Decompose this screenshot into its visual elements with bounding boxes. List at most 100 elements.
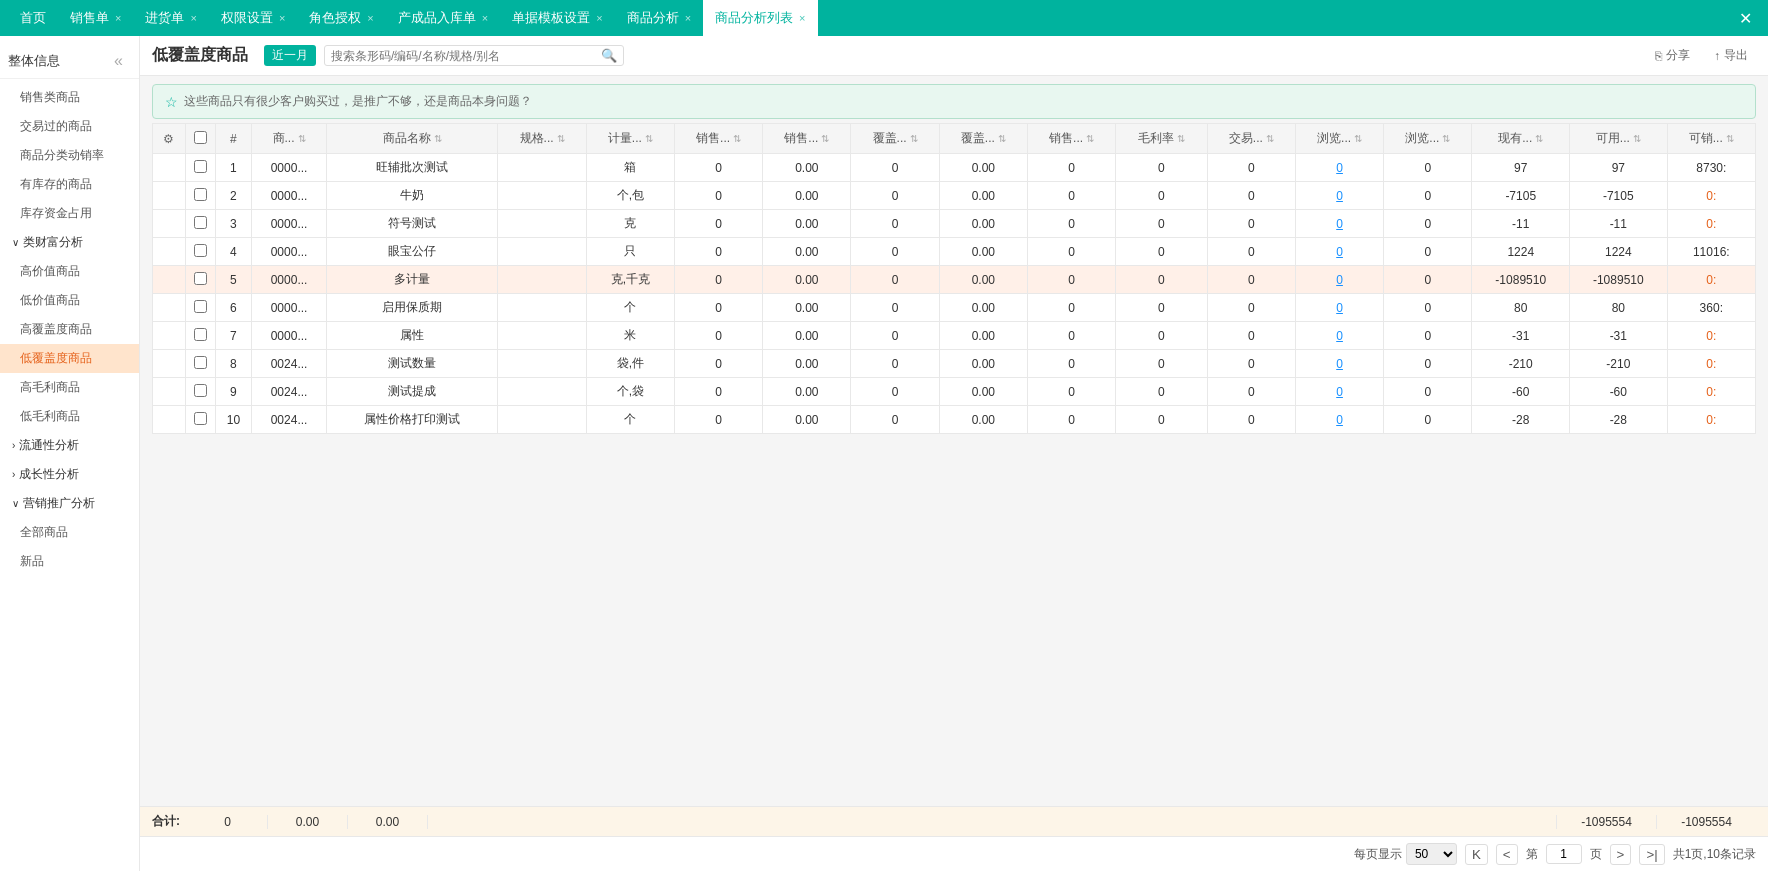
star-icon: ☆ (165, 94, 178, 110)
table-row: 40000...眼宝公仔只00.0000.0000000122412241101… (153, 238, 1756, 266)
col-spec[interactable]: 规格...⇅ (498, 124, 586, 154)
per-page-select[interactable]: 50 20 100 (1406, 843, 1457, 865)
window-close-button[interactable]: ✕ (1731, 9, 1760, 28)
row-checkbox[interactable] (194, 160, 207, 173)
nav-products[interactable]: 产成品入库单 × (386, 0, 500, 36)
sidebar-item-traded-goods[interactable]: 交易过的商品 (0, 112, 139, 141)
nav-analysis[interactable]: 商品分析 × (615, 0, 703, 36)
sidebar-item-high-value[interactable]: 高价值商品 (0, 257, 139, 286)
nav-analysis-close[interactable]: × (685, 12, 691, 24)
next-page-button[interactable]: > (1610, 844, 1632, 865)
row-checkbox[interactable] (194, 272, 207, 285)
col-trade[interactable]: 交易...⇅ (1207, 124, 1295, 154)
sidebar-item-new-goods[interactable]: 新品 (0, 547, 139, 576)
col-coverage2[interactable]: 覆盖...⇅ (939, 124, 1027, 154)
nav-permissions[interactable]: 权限设置 × (209, 0, 297, 36)
col-checkbox[interactable] (185, 124, 215, 154)
sidebar-item-sales-goods[interactable]: 销售类商品 (0, 83, 139, 112)
sidebar-growth-analysis-section[interactable]: › 成长性分析 (0, 460, 139, 489)
filter-tag[interactable]: 近一月 (264, 45, 316, 66)
table-row: 30000...符号测试克00.0000.0000000-11-110: (153, 210, 1756, 238)
nav-permissions-close[interactable]: × (279, 12, 285, 24)
export-button[interactable]: ↑ 导出 (1706, 44, 1756, 67)
share-button[interactable]: ⎘ 分享 (1647, 44, 1698, 67)
nav-home[interactable]: 首页 (8, 0, 58, 36)
info-banner: ☆ 这些商品只有很少客户购买过，是推广不够，还是商品本身问题？ (152, 84, 1756, 119)
settings-icon[interactable]: ⚙ (163, 132, 174, 146)
col-name[interactable]: 商品名称⇅ (326, 124, 498, 154)
nav-roles[interactable]: 角色授权 × (297, 0, 385, 36)
sidebar-item-capital-ratio[interactable]: 库存资金占用 (0, 199, 139, 228)
nav-roles-close[interactable]: × (367, 12, 373, 24)
row-checkbox[interactable] (194, 188, 207, 201)
search-icon[interactable]: 🔍 (601, 48, 617, 63)
col-coverage1[interactable]: 覆盖...⇅ (851, 124, 939, 154)
col-sales3[interactable]: 销售...⇅ (1027, 124, 1115, 154)
nav-purchase-close[interactable]: × (190, 12, 196, 24)
sidebar-item-low-coverage[interactable]: 低覆盖度商品 (0, 344, 139, 373)
content-area: 低覆盖度商品 近一月 🔍 ⎘ 分享 ↑ 导出 ☆ 这些商品只有很少客户购买过，是… (140, 36, 1768, 871)
col-sales2[interactable]: 销售...⇅ (763, 124, 851, 154)
sidebar-item-stocked-goods[interactable]: 有库存的商品 (0, 170, 139, 199)
row-checkbox[interactable] (194, 328, 207, 341)
row-checkbox[interactable] (194, 412, 207, 425)
sidebar-market-analysis-section[interactable]: ∨ 营销推广分析 (0, 489, 139, 518)
table-row: 80024...测试数量袋,件00.0000.0000000-210-2100: (153, 350, 1756, 378)
nav-sales-close[interactable]: × (115, 12, 121, 24)
chevron-down-icon: ∨ (12, 237, 19, 248)
row-checkbox[interactable] (194, 216, 207, 229)
col-unit[interactable]: 计量...⇅ (586, 124, 674, 154)
nav-analysis-list-close[interactable]: × (799, 12, 805, 24)
row-checkbox[interactable] (194, 356, 207, 369)
table-wrapper[interactable]: ⚙ # 商...⇅ 商品名称⇅ 规格...⇅ 计量...⇅ 销售...⇅ 销售.… (140, 123, 1768, 806)
col-saleable[interactable]: 可销...⇅ (1667, 124, 1755, 154)
sidebar-flow-analysis-section[interactable]: › 流通性分析 (0, 431, 139, 460)
table-row: 70000...属性米00.0000.0000000-31-310: (153, 322, 1756, 350)
nav-templates[interactable]: 单据模板设置 × (500, 0, 614, 36)
total-info: 共1页,10条记录 (1673, 846, 1756, 863)
footer-available: -1095554 (1556, 815, 1656, 829)
col-sales1[interactable]: 销售...⇅ (674, 124, 762, 154)
col-settings[interactable]: ⚙ (153, 124, 186, 154)
pagination: 每页显示 50 20 100 K < 第 页 > >| 共1页,10条记录 (140, 836, 1768, 871)
col-browse1[interactable]: 浏览...⇅ (1295, 124, 1383, 154)
sidebar-item-category-turnover[interactable]: 商品分类动销率 (0, 141, 139, 170)
nav-templates-close[interactable]: × (596, 12, 602, 24)
table-row: 90024...测试提成个,袋00.0000.0000000-60-600: (153, 378, 1756, 406)
row-checkbox[interactable] (194, 300, 207, 313)
sidebar-collapse-button[interactable]: « (106, 48, 131, 74)
search-box[interactable]: 🔍 (324, 45, 624, 66)
chevron-down-icon2: ∨ (12, 498, 19, 509)
sidebar-item-low-value[interactable]: 低价值商品 (0, 286, 139, 315)
col-gross-rate[interactable]: 毛利率⇅ (1116, 124, 1208, 154)
sidebar: 整体信息 « 销售类商品 交易过的商品 商品分类动销率 有库存的商品 库存资金占… (0, 36, 140, 871)
col-available[interactable]: 可用...⇅ (1570, 124, 1668, 154)
sidebar-item-low-profit[interactable]: 低毛利商品 (0, 402, 139, 431)
sidebar-item-all-goods[interactable]: 全部商品 (0, 518, 139, 547)
main-layout: 整体信息 « 销售类商品 交易过的商品 商品分类动销率 有库存的商品 库存资金占… (0, 36, 1768, 871)
col-current[interactable]: 现有...⇅ (1472, 124, 1570, 154)
table-row: 100024...属性价格打印测试个00.0000.0000000-28-280… (153, 406, 1756, 434)
col-code[interactable]: 商...⇅ (252, 124, 327, 154)
sidebar-item-high-profit[interactable]: 高毛利商品 (0, 373, 139, 402)
sidebar-value-analysis-section[interactable]: ∨ 类财富分析 (0, 228, 139, 257)
row-checkbox[interactable] (194, 244, 207, 257)
first-page-button[interactable]: K (1465, 844, 1488, 865)
table-row: 50000...多计量克,千克00.0000.0000000-1089510-1… (153, 266, 1756, 294)
page-number-input[interactable] (1546, 844, 1582, 864)
search-input[interactable] (331, 49, 601, 63)
nav-purchase[interactable]: 进货单 × (133, 0, 208, 36)
prev-page-button[interactable]: < (1496, 844, 1518, 865)
col-browse2[interactable]: 浏览...⇅ (1384, 124, 1472, 154)
banner-text: 这些商品只有很少客户购买过，是推广不够，还是商品本身问题？ (184, 93, 532, 110)
nav-products-close[interactable]: × (482, 12, 488, 24)
select-all-checkbox[interactable] (194, 131, 207, 144)
row-checkbox[interactable] (194, 384, 207, 397)
footer-cov2: 0.00 (348, 815, 428, 829)
last-page-button[interactable]: >| (1639, 844, 1664, 865)
footer-current: -1095554 (1656, 815, 1756, 829)
export-icon: ↑ (1714, 49, 1720, 63)
sidebar-item-high-coverage[interactable]: 高覆盖度商品 (0, 315, 139, 344)
nav-analysis-list[interactable]: 商品分析列表 × (703, 0, 817, 36)
nav-sales[interactable]: 销售单 × (58, 0, 133, 36)
